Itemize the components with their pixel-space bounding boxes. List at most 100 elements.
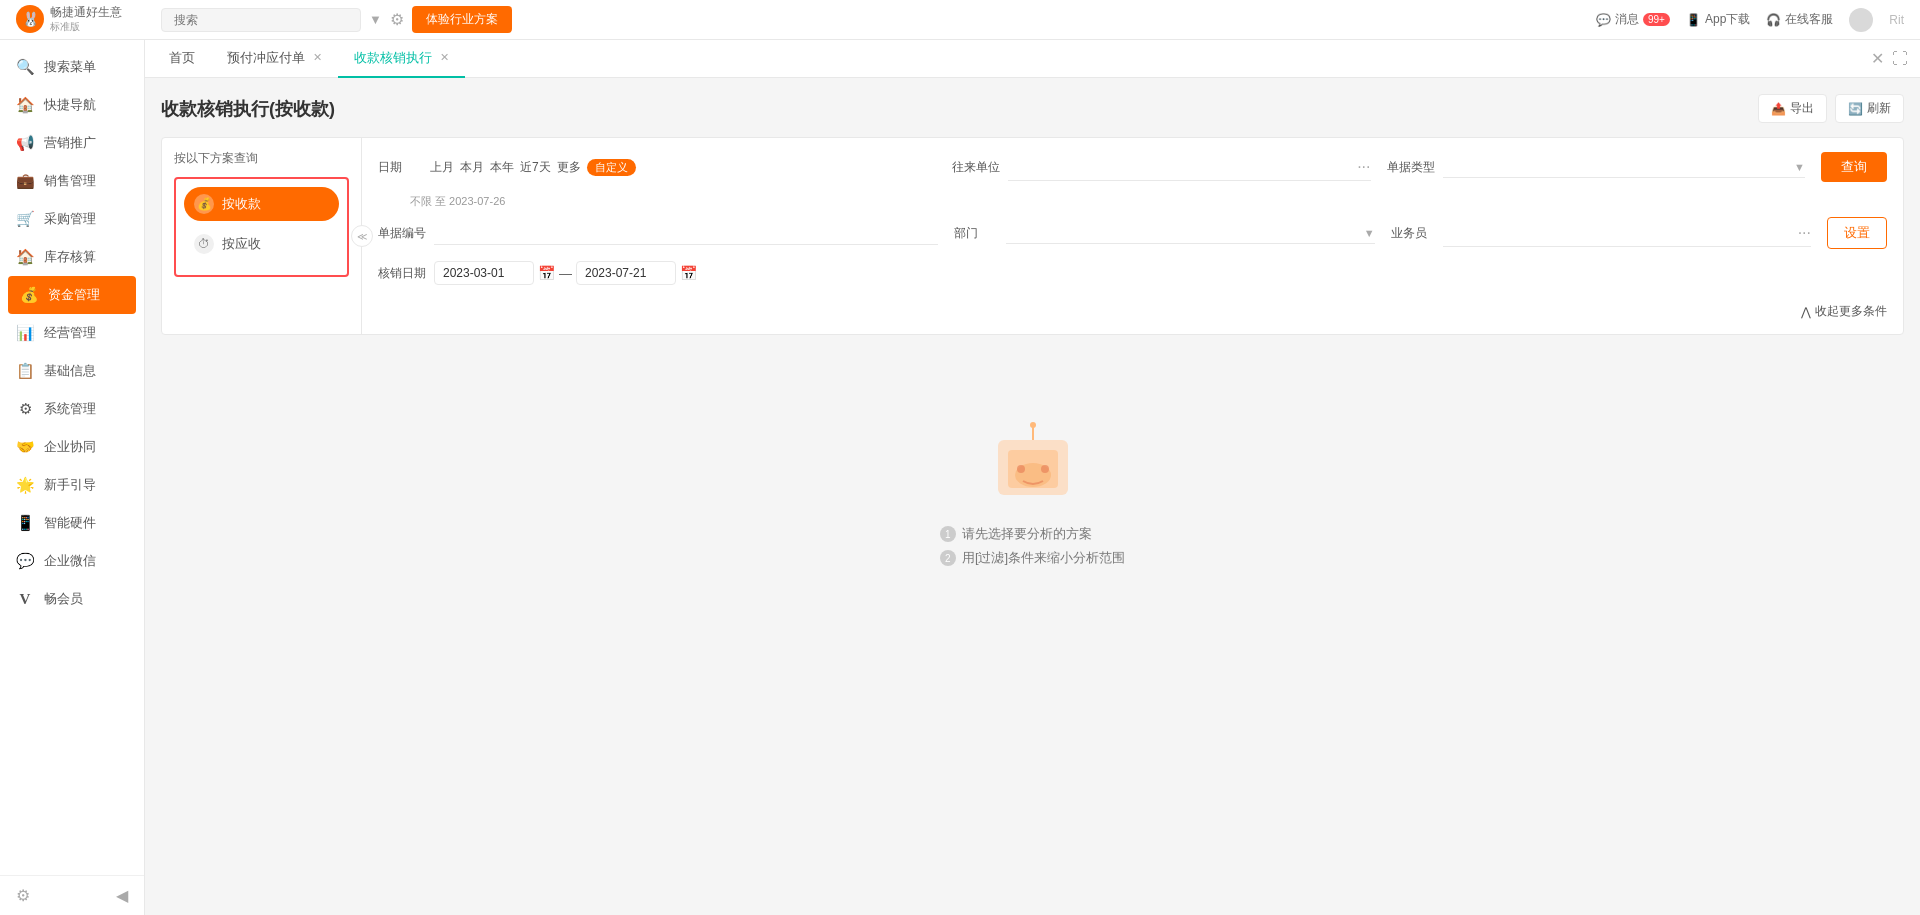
message-item[interactable]: 💬 消息 99+ xyxy=(1596,11,1670,28)
operations-icon: 📊 xyxy=(16,324,34,342)
sidebar-item-inventory[interactable]: 🏠 库存核算 xyxy=(0,238,144,276)
date-this-month[interactable]: 本月 xyxy=(460,159,484,176)
sidebar-item-search-menu[interactable]: 🔍 搜索菜单 xyxy=(0,48,144,86)
staff-select[interactable]: ··· xyxy=(1443,220,1811,247)
search-input[interactable] xyxy=(161,8,361,32)
expand-tab-icon[interactable]: ⛶ xyxy=(1892,50,1908,68)
voucher-type-select[interactable]: ▼ xyxy=(1443,157,1806,178)
staff-ellipsis-icon[interactable]: ··· xyxy=(1798,224,1811,242)
writeoff-date-end-input[interactable] xyxy=(576,261,676,285)
sidebar-item-finance[interactable]: 💰 资金管理 xyxy=(8,276,136,314)
app-download-item[interactable]: 📱 App下载 xyxy=(1686,11,1750,28)
partner-select[interactable]: ··· xyxy=(1008,154,1371,181)
dept-label: 部门 xyxy=(954,225,998,242)
writeoff-date-field: 核销日期 📅 — 📅 xyxy=(378,261,975,285)
online-service-label: 在线客服 xyxy=(1785,11,1833,28)
sidebar-item-sales[interactable]: 💼 销售管理 xyxy=(0,162,144,200)
message-icon: 💬 xyxy=(1596,13,1611,27)
system-icon: ⚙ xyxy=(16,400,34,418)
sidebar-item-marketing[interactable]: 📢 营销推广 xyxy=(0,124,144,162)
sidebar-item-purchase[interactable]: 🛒 采购管理 xyxy=(0,200,144,238)
sidebar-item-label: 营销推广 xyxy=(44,134,96,152)
close-tab-icon[interactable]: ✕ xyxy=(1871,49,1884,68)
sidebar-item-hardware[interactable]: 📱 智能硬件 xyxy=(0,504,144,542)
sidebar-item-label: 畅会员 xyxy=(44,590,83,608)
main-content: 首页 预付冲应付单 ✕ 收款核销执行 ✕ ✕ ⛶ 收款核销执行(按收款) 📤 导… xyxy=(145,40,1920,915)
refresh-icon: 🔄 xyxy=(1848,102,1863,116)
refresh-button[interactable]: 🔄 刷新 xyxy=(1835,94,1904,123)
sidebar-item-label: 系统管理 xyxy=(44,400,96,418)
topbar: 🐰 畅捷通好生意 标准版 ▼ ⚙ 体验行业方案 💬 消息 99+ 📱 App下载… xyxy=(0,0,1920,40)
svg-point-3 xyxy=(1017,465,1025,473)
receipt-icon: 💰 xyxy=(194,194,214,214)
writeoff-date-end-calendar-icon[interactable]: 📅 xyxy=(680,265,697,281)
voucher-no-field: 单据编号 xyxy=(378,222,938,245)
dropdown-icon[interactable]: ▼ xyxy=(369,12,382,27)
sidebar-item-member[interactable]: V 畅会员 xyxy=(0,580,144,618)
page-title: 收款核销执行(按收款) xyxy=(161,97,335,121)
tabbar: 首页 预付冲应付单 ✕ 收款核销执行 ✕ ✕ ⛶ xyxy=(145,40,1920,78)
voucher-type-field: 单据类型 ▼ xyxy=(1387,157,1806,178)
writeoff-date-start-calendar-icon[interactable]: 📅 xyxy=(538,265,555,281)
avatar[interactable] xyxy=(1849,8,1873,32)
partner-ellipsis-icon[interactable]: ··· xyxy=(1357,158,1370,176)
export-button[interactable]: 📤 导出 xyxy=(1758,94,1827,123)
filter-right-panel: 日期 上月 本月 本年 近7天 更多 自定义 往来单位 xyxy=(362,138,1903,334)
member-icon: V xyxy=(16,591,34,608)
sidebar-item-enterprise[interactable]: 🤝 企业协同 xyxy=(0,428,144,466)
dept-select[interactable]: ▼ xyxy=(1006,223,1374,244)
writeoff-date-start-input[interactable] xyxy=(434,261,534,285)
sidebar-item-quick-nav[interactable]: 🏠 快捷导航 xyxy=(0,86,144,124)
sidebar-item-guide[interactable]: 🌟 新手引导 xyxy=(0,466,144,504)
settings-gear-icon[interactable]: ⚙ xyxy=(390,10,404,29)
tab-receipt-writeoff[interactable]: 收款核销执行 ✕ xyxy=(338,40,465,78)
date-field: 日期 上月 本月 本年 近7天 更多 自定义 xyxy=(378,159,936,176)
svg-point-6 xyxy=(1030,422,1036,428)
setting-button[interactable]: 设置 xyxy=(1827,217,1887,249)
sidebar-item-label: 经营管理 xyxy=(44,324,96,342)
date-custom[interactable]: 自定义 xyxy=(587,159,636,176)
expand-conditions-button[interactable]: ⋀ 收起更多条件 xyxy=(1801,303,1887,320)
tab-prepay-label: 预付冲应付单 xyxy=(227,49,305,67)
guide-icon: 🌟 xyxy=(16,476,34,494)
tab-prepay-reconcile[interactable]: 预付冲应付单 ✕ xyxy=(211,40,338,78)
tab-prepay-close-icon[interactable]: ✕ xyxy=(313,51,322,64)
voucher-no-input[interactable] xyxy=(434,222,938,245)
filter-row-2: 单据编号 部门 ▼ 业务员 xyxy=(378,217,1887,249)
date-more[interactable]: 更多 xyxy=(557,159,581,176)
sidebar-item-wechat[interactable]: 💬 企业微信 xyxy=(0,542,144,580)
sidebar-item-system[interactable]: ⚙ 系统管理 xyxy=(0,390,144,428)
dept-arrow-icon: ▼ xyxy=(1364,227,1375,239)
query-option-by-receipt[interactable]: 💰 按收款 xyxy=(184,187,339,221)
filter-area: 按以下方案查询 💰 按收款 ⏱ 按应收 ≪ xyxy=(161,137,1904,335)
date-last-month[interactable]: 上月 xyxy=(430,159,454,176)
topbar-right: 💬 消息 99+ 📱 App下载 🎧 在线客服 Rit xyxy=(1596,8,1904,32)
sidebar-item-basic-info[interactable]: 📋 基础信息 xyxy=(0,352,144,390)
basic-info-icon: 📋 xyxy=(16,362,34,380)
industry-solution-button[interactable]: 体验行业方案 xyxy=(412,6,512,33)
filter-row-1: 日期 上月 本月 本年 近7天 更多 自定义 往来单位 xyxy=(378,152,1887,182)
query-button[interactable]: 查询 xyxy=(1821,152,1887,182)
inventory-icon: 🏠 xyxy=(16,248,34,266)
voucher-type-arrow-icon: ▼ xyxy=(1794,161,1805,173)
hint-num-2: 2 xyxy=(940,550,956,566)
collapse-sidebar-icon[interactable]: ◀ xyxy=(116,886,128,905)
date-this-year[interactable]: 本年 xyxy=(490,159,514,176)
topbar-search-area: ▼ ⚙ 体验行业方案 xyxy=(161,6,1596,33)
empty-hint-2: 2 用[过滤]条件来缩小分析范围 xyxy=(940,549,1125,567)
date-7days[interactable]: 近7天 xyxy=(520,159,551,176)
online-service-item[interactable]: 🎧 在线客服 xyxy=(1766,11,1833,28)
partner-label: 往来单位 xyxy=(952,159,1000,176)
collapse-left-panel-button[interactable]: ≪ xyxy=(351,225,373,247)
query-option-by-receivable[interactable]: ⏱ 按应收 xyxy=(184,227,339,261)
username: Rit xyxy=(1889,13,1904,27)
page-header: 收款核销执行(按收款) 📤 导出 🔄 刷新 xyxy=(161,94,1904,123)
sidebar-item-operations[interactable]: 📊 经营管理 xyxy=(0,314,144,352)
settings-bottom-icon[interactable]: ⚙ xyxy=(16,886,30,905)
tab-home[interactable]: 首页 xyxy=(153,40,211,78)
page-content: 收款核销执行(按收款) 📤 导出 🔄 刷新 按以下方案查询 💰 xyxy=(145,78,1920,669)
enterprise-icon: 🤝 xyxy=(16,438,34,456)
dept-field: 部门 ▼ xyxy=(954,223,1374,244)
tab-receipt-close-icon[interactable]: ✕ xyxy=(440,51,449,64)
sidebar-item-label: 搜索菜单 xyxy=(44,58,96,76)
